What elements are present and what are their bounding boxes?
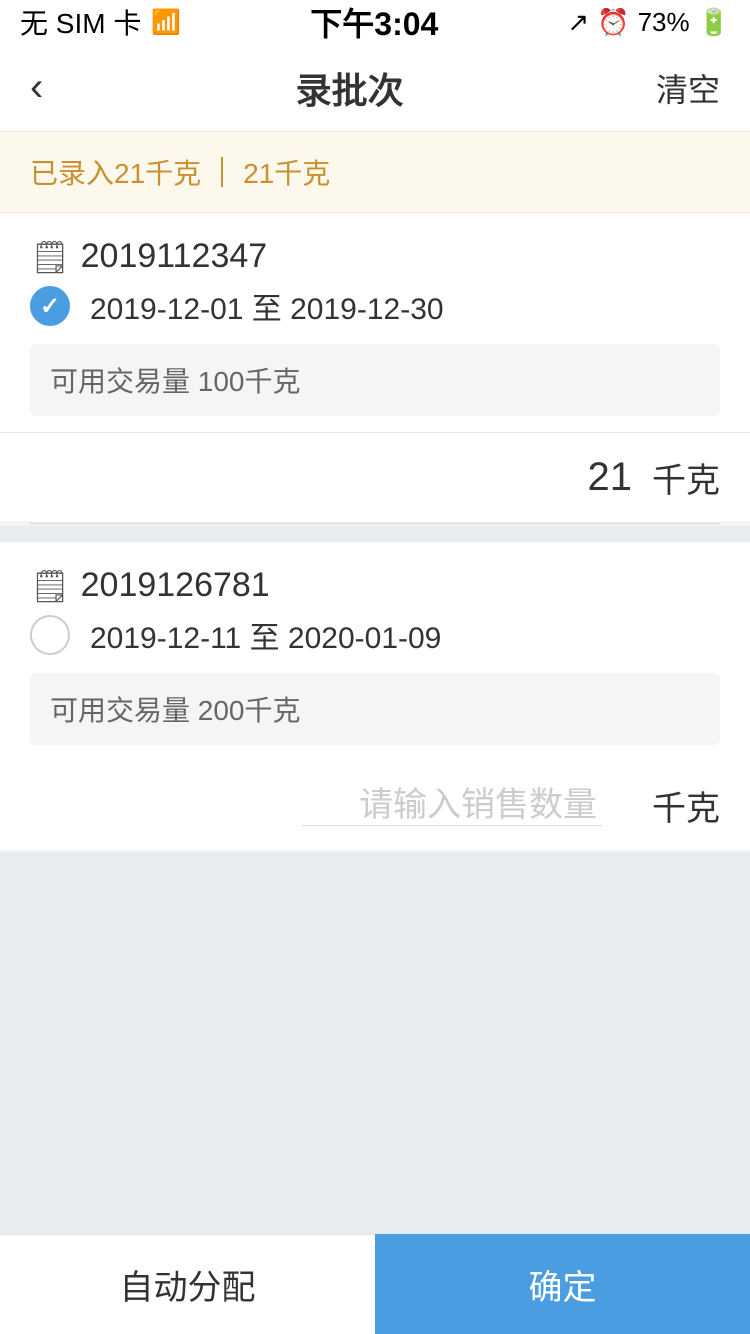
quantity-input-row-2: 千克 — [0, 761, 750, 850]
confirm-button[interactable]: 确定 — [375, 1234, 750, 1334]
quantity-unit-2: 千克 — [652, 781, 720, 830]
batch-id-2: 2019126781 — [81, 566, 270, 605]
divider-1 — [30, 523, 720, 524]
status-bar: 无 SIM 卡 📶 下午3:04 ↗ ⏰ 73% 🔋 — [0, 0, 750, 44]
quantity-input-2[interactable] — [312, 786, 612, 825]
auto-distribute-button[interactable]: 自动分配 — [0, 1234, 375, 1334]
batch-item-2: 🗒 2019126781 2019-12-11 至 2020-01-09 可用交… — [0, 542, 750, 850]
back-button[interactable]: ‹ — [30, 65, 43, 110]
bottom-buttons: 自动分配 确定 — [0, 1234, 750, 1334]
radio-1[interactable] — [30, 286, 70, 326]
batch-date-2: 2019-12-11 至 2020-01-09 — [90, 613, 441, 657]
alarm-icon: ⏰ — [597, 7, 629, 38]
batch-id-1: 2019112347 — [81, 237, 268, 276]
battery-icon: 🔋 — [698, 7, 730, 38]
batch-header-1: 🗒 2019112347 — [0, 213, 750, 284]
quantity-row-1: 21 千克 — [0, 432, 750, 523]
status-left: 无 SIM 卡 📶 — [20, 2, 181, 42]
batch-header-2: 🗒 2019126781 — [0, 542, 750, 613]
wifi-icon: 📶 — [151, 8, 181, 37]
batch-icon-1: 🗒 — [30, 238, 71, 276]
qty-underline-2 — [302, 825, 602, 826]
batch-date-1: 2019-12-01 至 2019-12-30 — [90, 284, 444, 328]
batch-date-row-2[interactable]: 2019-12-11 至 2020-01-09 — [0, 613, 750, 657]
batch-icon-2: 🗒 — [30, 567, 71, 605]
location-icon: ↗ — [567, 7, 589, 38]
summary-divider — [221, 157, 223, 187]
battery-label: 73% — [638, 7, 690, 38]
item-separator — [0, 526, 750, 542]
summary-banner: 已录入21千克 21千克 — [0, 132, 750, 213]
batch-date-row-1[interactable]: 2019-12-01 至 2019-12-30 — [0, 284, 750, 328]
batch-item-1: 🗒 2019112347 2019-12-01 至 2019-12-30 可用交… — [0, 213, 750, 524]
bottom-area — [0, 852, 750, 1252]
page-title: 录批次 — [296, 62, 404, 114]
radio-2[interactable] — [30, 615, 70, 655]
status-right: ↗ ⏰ 73% 🔋 — [567, 7, 730, 38]
sim-label: 无 SIM 卡 — [20, 2, 141, 42]
status-time: 下午3:04 — [310, 0, 438, 45]
quantity-value-1: 21 — [588, 455, 633, 500]
batch-avail-2: 可用交易量 200千克 — [30, 673, 720, 745]
quantity-unit-1: 千克 — [652, 453, 720, 502]
clear-button[interactable]: 清空 — [656, 65, 720, 111]
summary-label: 已录入21千克 — [30, 152, 201, 192]
nav-bar: ‹ 录批次 清空 — [0, 44, 750, 132]
batch-avail-1: 可用交易量 100千克 — [30, 344, 720, 416]
summary-amount: 21千克 — [243, 152, 330, 192]
